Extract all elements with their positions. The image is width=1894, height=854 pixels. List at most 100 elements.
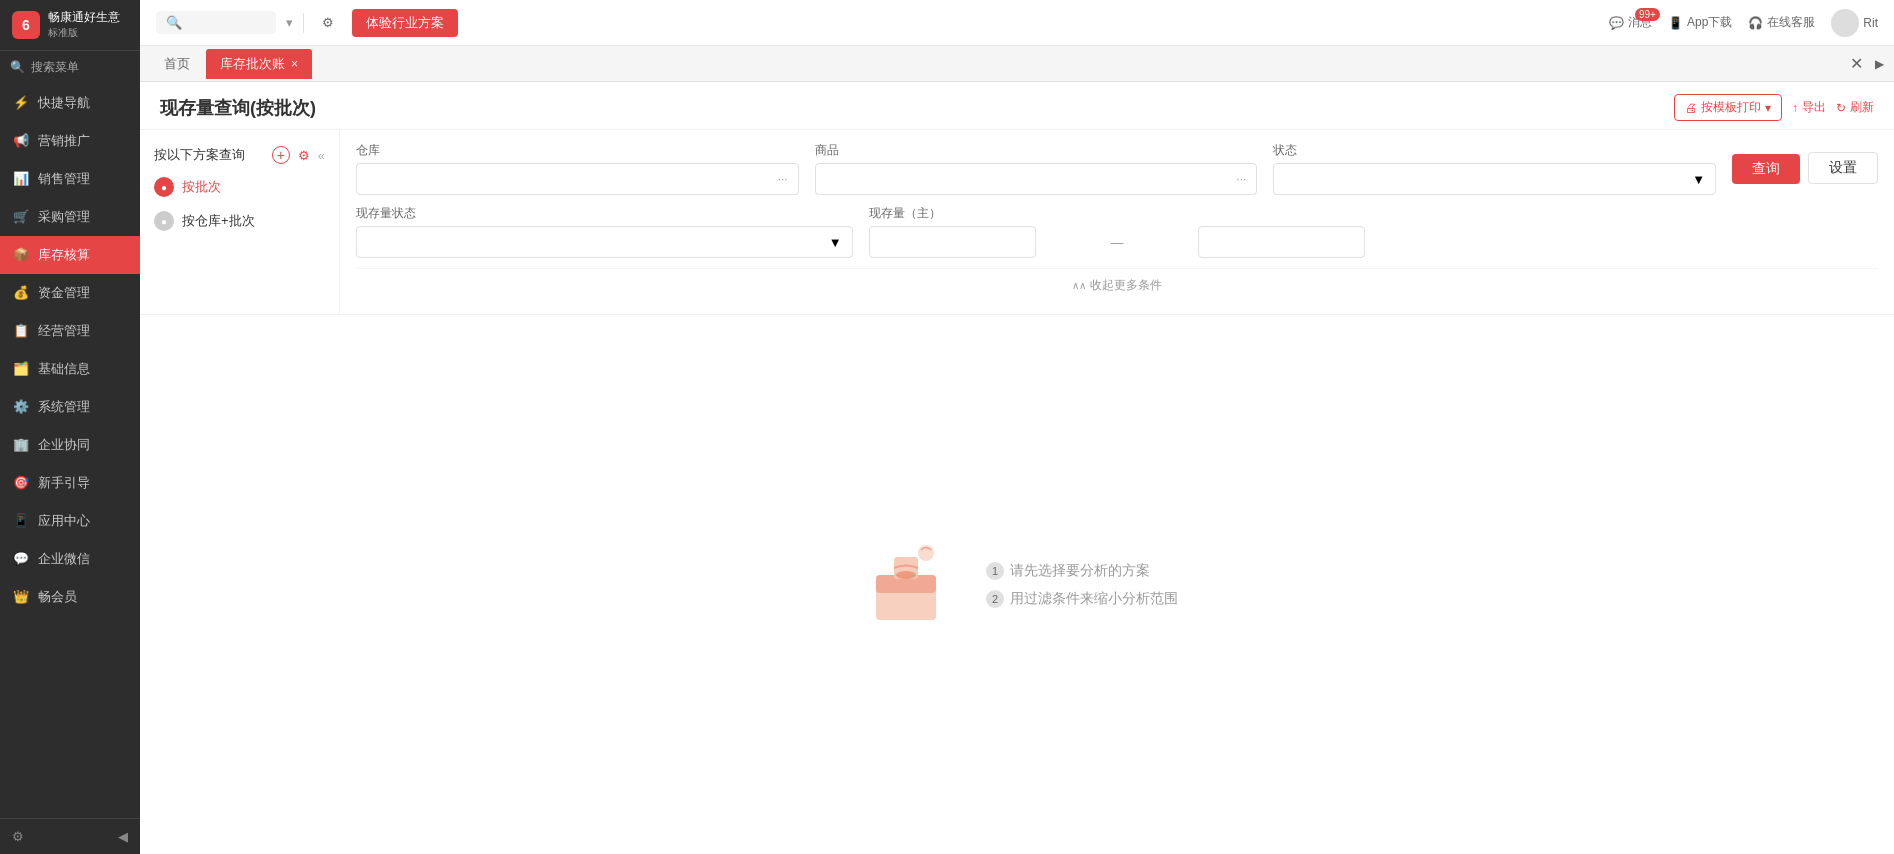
- filter-sidebar-header: 按以下方案查询 + ⚙ «: [140, 140, 339, 170]
- tip-num-2: 2: [986, 590, 1004, 608]
- sidebar-header: 6 畅康通好生意 标准版: [0, 0, 140, 51]
- main-area: 🔍 ▾ ⚙ 体验行业方案 💬 消息 99+ 📱 App下载 🎧 在线客服 Rit: [140, 0, 1894, 854]
- nav-label-purchase: 采购管理: [38, 208, 90, 226]
- scheme-list: ● 按批次 ● 按仓库+批次: [140, 170, 339, 238]
- headset-icon: 🎧: [1748, 16, 1763, 30]
- status-label: 状态: [1273, 142, 1716, 159]
- search-icon: 🔍: [10, 60, 25, 74]
- topbar-search-icon: 🔍: [166, 15, 182, 30]
- experience-btn[interactable]: 体验行业方案: [352, 9, 458, 37]
- page-header: 现存量查询(按批次) 🖨 按模板打印 ▾ ↑ 导出 ↻ 刷新: [140, 82, 1894, 130]
- sidebar-item-quick-nav[interactable]: ⚡快捷导航: [0, 84, 140, 122]
- filter-row-2: 现存量状态 ▼ 现存量（主） —: [356, 205, 1878, 258]
- system-icon: ⚙️: [12, 398, 30, 416]
- topbar-search[interactable]: 🔍: [156, 11, 276, 34]
- sidebar-nav: ⚡快捷导航📢营销推广📊销售管理🛒采购管理📦库存核算💰资金管理📋经营管理🗂️基础信…: [0, 84, 140, 818]
- sidebar-item-finance[interactable]: 💰资金管理: [0, 274, 140, 312]
- stock-qty-min-input[interactable]: [869, 226, 1037, 258]
- collapse-filter-icon[interactable]: «: [318, 148, 325, 163]
- topbar-dropdown-arrow[interactable]: ▾: [286, 15, 293, 30]
- nav-label-wechat: 企业微信: [38, 550, 90, 568]
- sidebar-item-marketing[interactable]: 📢营销推广: [0, 122, 140, 160]
- tab-close-btn[interactable]: ×: [291, 57, 298, 71]
- warehouse-input[interactable]: ···: [356, 163, 799, 195]
- template-print-btn[interactable]: 🖨 按模板打印 ▾: [1674, 94, 1782, 121]
- export-icon: ↑: [1792, 101, 1798, 115]
- settings-footer-icon[interactable]: ⚙: [12, 829, 24, 844]
- sidebar-footer: ⚙ ◀: [0, 818, 140, 854]
- stock-status-select[interactable]: ▼: [356, 226, 853, 258]
- newuser-icon: 🎯: [12, 474, 30, 492]
- add-scheme-btn[interactable]: +: [272, 146, 290, 164]
- sales-icon: 📊: [12, 170, 30, 188]
- collapse-sidebar-icon[interactable]: ◀: [118, 829, 128, 844]
- tabs-right: ✕ ▶: [1842, 54, 1884, 73]
- nav-label-newuser: 新手引导: [38, 474, 90, 492]
- query-btn[interactable]: 查询: [1732, 154, 1800, 184]
- collapse-more-btn[interactable]: ∧∧ 收起更多条件: [356, 268, 1878, 302]
- operation-icon: 📋: [12, 322, 30, 340]
- sidebar-item-inventory[interactable]: 📦库存核算: [0, 236, 140, 274]
- app-download-icon: 📱: [1668, 16, 1683, 30]
- nav-label-member: 畅会员: [38, 588, 77, 606]
- filter-sidebar-title: 按以下方案查询: [154, 146, 245, 164]
- refresh-btn[interactable]: ↻ 刷新: [1836, 99, 1874, 116]
- finance-icon: 💰: [12, 284, 30, 302]
- empty-tip-2: 2 用过滤条件来缩小分析范围: [986, 590, 1178, 608]
- sidebar-item-enterprise[interactable]: 🏢企业协同: [0, 426, 140, 464]
- topbar: 🔍 ▾ ⚙ 体验行业方案 💬 消息 99+ 📱 App下载 🎧 在线客服 Rit: [140, 0, 1894, 46]
- filter-form: 仓库 ··· 商品 ··· 状态: [340, 130, 1894, 314]
- stock-qty-field: 现存量（主） —: [869, 205, 1366, 258]
- app-download-btn[interactable]: 📱 App下载: [1668, 14, 1732, 31]
- tab-home-label: 首页: [164, 55, 190, 73]
- sidebar-item-appstore[interactable]: 📱应用中心: [0, 502, 140, 540]
- nav-label-appstore: 应用中心: [38, 512, 90, 530]
- topbar-gear-icon[interactable]: ⚙: [314, 9, 342, 37]
- tab-inventory-batch-label: 库存批次账: [220, 55, 285, 73]
- sidebar-subtitle: 标准版: [48, 26, 120, 40]
- sidebar-item-system[interactable]: ⚙️ 系统管理: [0, 388, 140, 426]
- empty-illustration: [856, 535, 956, 635]
- product-label: 商品: [815, 142, 1258, 159]
- sidebar-item-newuser[interactable]: 🎯 新手引导: [0, 464, 140, 502]
- user-avatar[interactable]: Rit: [1831, 9, 1878, 37]
- page-content: 现存量查询(按批次) 🖨 按模板打印 ▾ ↑ 导出 ↻ 刷新: [140, 82, 1894, 854]
- status-field: 状态 ▼: [1273, 142, 1716, 195]
- filter-scheme-0[interactable]: ● 按批次: [140, 170, 339, 204]
- warehouse-label: 仓库: [356, 142, 799, 159]
- stock-qty-max-input[interactable]: [1198, 226, 1366, 258]
- sidebar-item-operation[interactable]: 📋经营管理: [0, 312, 140, 350]
- sidebar-item-sales[interactable]: 📊销售管理: [0, 160, 140, 198]
- filter-area: 按以下方案查询 + ⚙ « ● 按批次 ● 按仓库+批次: [140, 130, 1894, 315]
- empty-svg: [856, 535, 956, 635]
- sidebar-item-wechat[interactable]: 💬企业微信: [0, 540, 140, 578]
- filter-row-1: 仓库 ··· 商品 ··· 状态: [356, 142, 1878, 195]
- user-label: Rit: [1863, 16, 1878, 30]
- scheme-settings-icon[interactable]: ⚙: [298, 148, 310, 163]
- refresh-icon: ↻: [1836, 101, 1846, 115]
- sidebar-search[interactable]: 🔍 搜索菜单: [0, 51, 140, 84]
- stock-status-field: 现存量状态 ▼: [356, 205, 853, 258]
- message-icon: 💬: [1609, 16, 1624, 30]
- stock-qty-label: 现存量（主）: [869, 205, 1366, 222]
- tab-inventory-batch[interactable]: 库存批次账 ×: [206, 49, 312, 79]
- settings-btn[interactable]: 设置: [1808, 152, 1878, 184]
- export-btn[interactable]: ↑ 导出: [1792, 99, 1826, 116]
- sidebar-item-purchase[interactable]: 🛒采购管理: [0, 198, 140, 236]
- nav-label-system: 系统管理: [38, 398, 90, 416]
- basic-icon: 🗂️: [12, 360, 30, 378]
- status-select[interactable]: ▼: [1273, 163, 1716, 195]
- sidebar-item-basic[interactable]: 🗂️基础信息: [0, 350, 140, 388]
- tab-home[interactable]: 首页: [150, 49, 204, 79]
- filter-scheme-1[interactable]: ● 按仓库+批次: [140, 204, 339, 238]
- product-dots: ···: [1236, 172, 1246, 186]
- tab-right-arrow-icon[interactable]: ▶: [1875, 57, 1884, 71]
- tab-panel-close-btn[interactable]: ✕: [1842, 54, 1871, 73]
- status-dropdown-icon: ▼: [1692, 172, 1705, 187]
- product-input[interactable]: ···: [815, 163, 1258, 195]
- sidebar-item-member[interactable]: 👑畅会员: [0, 578, 140, 616]
- online-service-btn[interactable]: 🎧 在线客服: [1748, 14, 1815, 31]
- sidebar-title: 畅康通好生意: [48, 10, 120, 26]
- marketing-icon: 📢: [12, 132, 30, 150]
- messages-btn[interactable]: 💬 消息 99+: [1609, 14, 1652, 31]
